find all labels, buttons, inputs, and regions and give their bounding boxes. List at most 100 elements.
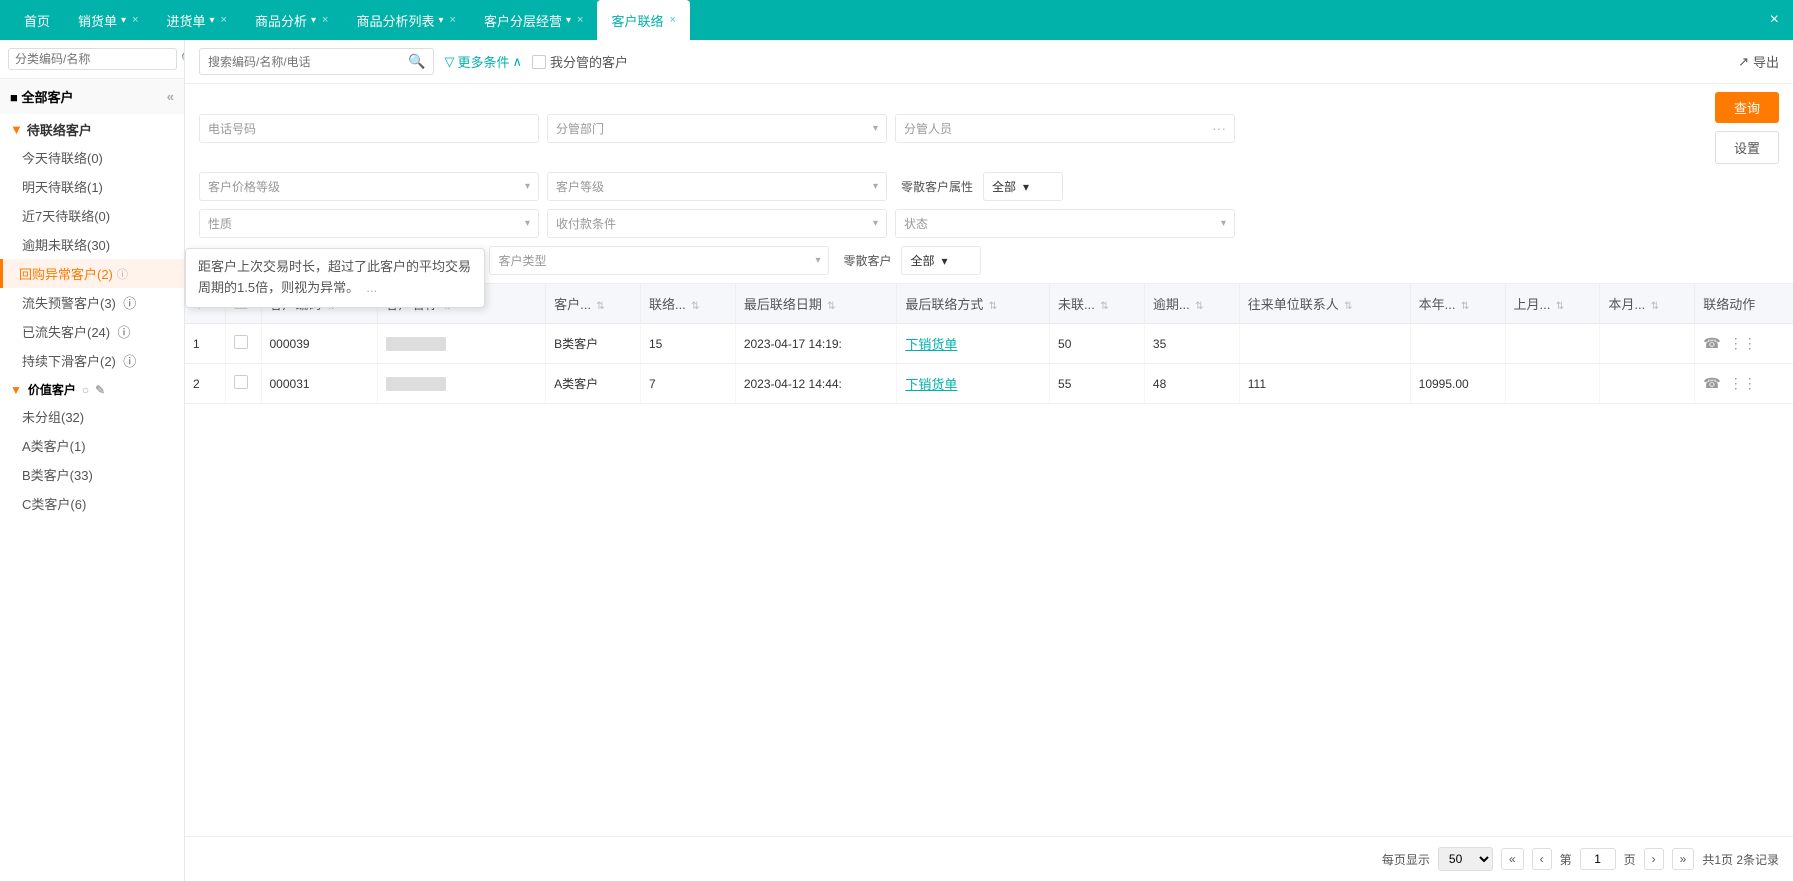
filter-customer-type[interactable]: 客户类型 ▾ xyxy=(489,246,829,275)
more-action-icon[interactable]: ⋮⋮ xyxy=(1729,375,1757,392)
more-action-icon[interactable]: ⋮⋮ xyxy=(1729,335,1757,352)
col-contact-count[interactable]: 联络... ⇅ xyxy=(640,284,735,324)
cell-last-method[interactable]: 下销货单 xyxy=(897,324,1050,364)
last-method-link[interactable]: 下销货单 xyxy=(905,377,957,392)
tab-sales-order[interactable]: 销货单 ▾ × xyxy=(64,0,152,40)
my-customer-checkbox[interactable] xyxy=(532,55,546,69)
cell-checkbox[interactable] xyxy=(225,324,261,364)
close-icon[interactable]: × xyxy=(577,14,583,26)
sidebar-item-declining[interactable]: 持续下滑客户(2) ⓘ xyxy=(0,346,184,375)
all-customers-label: ■ 全部客户 xyxy=(10,87,73,106)
contact-icon[interactable]: ☎ xyxy=(1703,375,1720,392)
cell-this-year: 10995.00 xyxy=(1410,364,1505,404)
info-icon: ⓘ xyxy=(117,266,128,282)
filter-dept[interactable]: 分管部门 ▾ xyxy=(547,114,887,143)
scatter-customer-select2[interactable]: 全部 ▾ xyxy=(901,246,981,275)
per-page-select[interactable]: 50 20 100 xyxy=(1438,847,1493,871)
col-not-contacted[interactable]: 未联... ⇅ xyxy=(1050,284,1145,324)
data-table-wrapper[interactable]: ⚙ 客户编码 ⇅ 客户名称 ⇅ xyxy=(185,284,1793,836)
col-type[interactable]: 客户... ⇅ xyxy=(546,284,641,324)
more-filter-button[interactable]: ▽ 更多条件 ∧ xyxy=(444,52,522,71)
col-overdue[interactable]: 逾期... ⇅ xyxy=(1144,284,1239,324)
cell-contact-count: 7 xyxy=(640,364,735,404)
close-icon[interactable]: × xyxy=(221,14,227,26)
page-number-input[interactable] xyxy=(1580,848,1616,870)
filter-price-level[interactable]: 客户价格等级 ▾ xyxy=(199,172,539,201)
filter-payment-terms[interactable]: 收付款条件 ▾ xyxy=(547,209,887,238)
sidebar-item-class-b[interactable]: B类客户(33) xyxy=(0,460,184,489)
filter-status[interactable]: 状态 ▾ xyxy=(895,209,1235,238)
close-icon[interactable]: × xyxy=(322,14,328,26)
filter-nature[interactable]: 性质 ▾ xyxy=(199,209,539,238)
tab-product-analysis[interactable]: 商品分析 ▾ × xyxy=(241,0,342,40)
tab-home[interactable]: 首页 xyxy=(10,0,64,40)
sidebar-search-input[interactable] xyxy=(8,48,177,70)
cell-last-month xyxy=(1505,324,1600,364)
close-icon[interactable]: × xyxy=(669,14,675,26)
cell-overdue: 35 xyxy=(1144,324,1239,364)
col-last-contact-date[interactable]: 最后联络日期 ⇅ xyxy=(735,284,897,324)
sort-icon: ⇅ xyxy=(827,301,835,312)
group-label-pending-contact[interactable]: ▼ 待联络客户 xyxy=(0,114,184,143)
prev-page-button[interactable]: ‹ xyxy=(1532,848,1552,870)
cell-code: 000031 xyxy=(261,364,377,404)
export-button[interactable]: ↗ 导出 xyxy=(1738,52,1779,71)
col-last-contact-method[interactable]: 最后联络方式 ⇅ xyxy=(897,284,1050,324)
sort-icon: ⇅ xyxy=(691,301,699,312)
filter-customer-level[interactable]: 客户等级 ▾ xyxy=(547,172,887,201)
cell-last-date: 2023-04-17 14:19: xyxy=(735,324,897,364)
scatter-customer-label2: 零散客户 xyxy=(837,247,897,274)
tab-purchase-order[interactable]: 进货单 ▾ × xyxy=(153,0,241,40)
sort-icon: ⇅ xyxy=(1651,301,1659,312)
sidebar-item-tomorrow-contact[interactable]: 明天待联络(1) xyxy=(0,172,184,201)
first-page-button[interactable]: « xyxy=(1501,848,1524,870)
search-input[interactable] xyxy=(208,55,408,69)
action-icons: ☎ ⋮⋮ xyxy=(1703,375,1785,392)
row-checkbox[interactable] xyxy=(234,335,248,349)
check-icon[interactable]: ✎ xyxy=(95,383,105,397)
info-icon: ⓘ xyxy=(123,296,136,311)
sidebar-item-unclassified[interactable]: 未分组(32) xyxy=(0,402,184,431)
cell-not-contacted: 50 xyxy=(1050,324,1145,364)
cell-checkbox[interactable] xyxy=(225,364,261,404)
close-icon[interactable]: × xyxy=(450,14,456,26)
sidebar-item-today-contact[interactable]: 今天待联络(0) xyxy=(0,143,184,172)
query-button[interactable]: 查询 xyxy=(1715,92,1779,123)
action-icons: ☎ ⋮⋮ xyxy=(1703,335,1785,352)
sidebar-item-overdue-contact[interactable]: 逾期未联络(30) xyxy=(0,230,184,259)
last-page-button[interactable]: » xyxy=(1672,848,1695,870)
sidebar-item-class-c[interactable]: C类客户(6) xyxy=(0,489,184,518)
col-this-year[interactable]: 本年... ⇅ xyxy=(1410,284,1505,324)
filter-phone[interactable]: 电话号码 xyxy=(199,114,539,143)
close-icon[interactable]: × xyxy=(132,14,138,26)
settings-button[interactable]: 设置 xyxy=(1715,131,1779,164)
scatter-customer-select[interactable]: 全部 ▾ xyxy=(983,172,1063,201)
tab-customer-tier[interactable]: 客户分层经营 ▾ × xyxy=(470,0,597,40)
edit-icon[interactable]: ○ xyxy=(82,383,89,397)
sort-icon: ⇅ xyxy=(596,301,604,312)
sidebar-item-7day-contact[interactable]: 近7天待联络(0) xyxy=(0,201,184,230)
filter-row-3: 性质 ▾ 收付款条件 ▾ 状态 ▾ xyxy=(199,209,1779,238)
filter-manager[interactable]: 分管人员 ··· xyxy=(895,114,1235,143)
window-close-button[interactable]: × xyxy=(1770,11,1779,29)
tab-customer-contact[interactable]: 客户联络 × xyxy=(597,0,689,40)
sidebar-item-class-a[interactable]: A类客户(1) xyxy=(0,431,184,460)
tooltip-more-dots[interactable]: ... xyxy=(366,280,377,295)
cell-last-method[interactable]: 下销货单 xyxy=(897,364,1050,404)
col-last-month[interactable]: 上月... ⇅ xyxy=(1505,284,1600,324)
my-customer-checkbox-wrap[interactable]: 我分管的客户 xyxy=(532,52,628,71)
contact-icon[interactable]: ☎ xyxy=(1703,335,1720,352)
col-this-month[interactable]: 本月... ⇅ xyxy=(1600,284,1695,324)
col-contact-person[interactable]: 往来单位联系人 ⇅ xyxy=(1239,284,1410,324)
row-checkbox[interactable] xyxy=(234,375,248,389)
sidebar-item-rebuy-abnormal[interactable]: 回购异常客户(2) ⓘ xyxy=(0,259,184,288)
search-button[interactable]: 🔍 xyxy=(408,53,425,70)
next-page-button[interactable]: › xyxy=(1644,848,1664,870)
all-customers-header[interactable]: ■ 全部客户 « xyxy=(0,79,184,114)
filter-icon: ▽ xyxy=(444,54,454,70)
sidebar-item-churned[interactable]: 已流失客户(24) ⓘ xyxy=(0,317,184,346)
scatter-customer-label: 零散客户属性 xyxy=(895,173,979,200)
last-method-link[interactable]: 下销货单 xyxy=(905,337,957,352)
sidebar-item-churn-warning[interactable]: 流失预警客户(3) ⓘ xyxy=(0,288,184,317)
tab-product-analysis-list[interactable]: 商品分析列表 ▾ × xyxy=(342,0,469,40)
